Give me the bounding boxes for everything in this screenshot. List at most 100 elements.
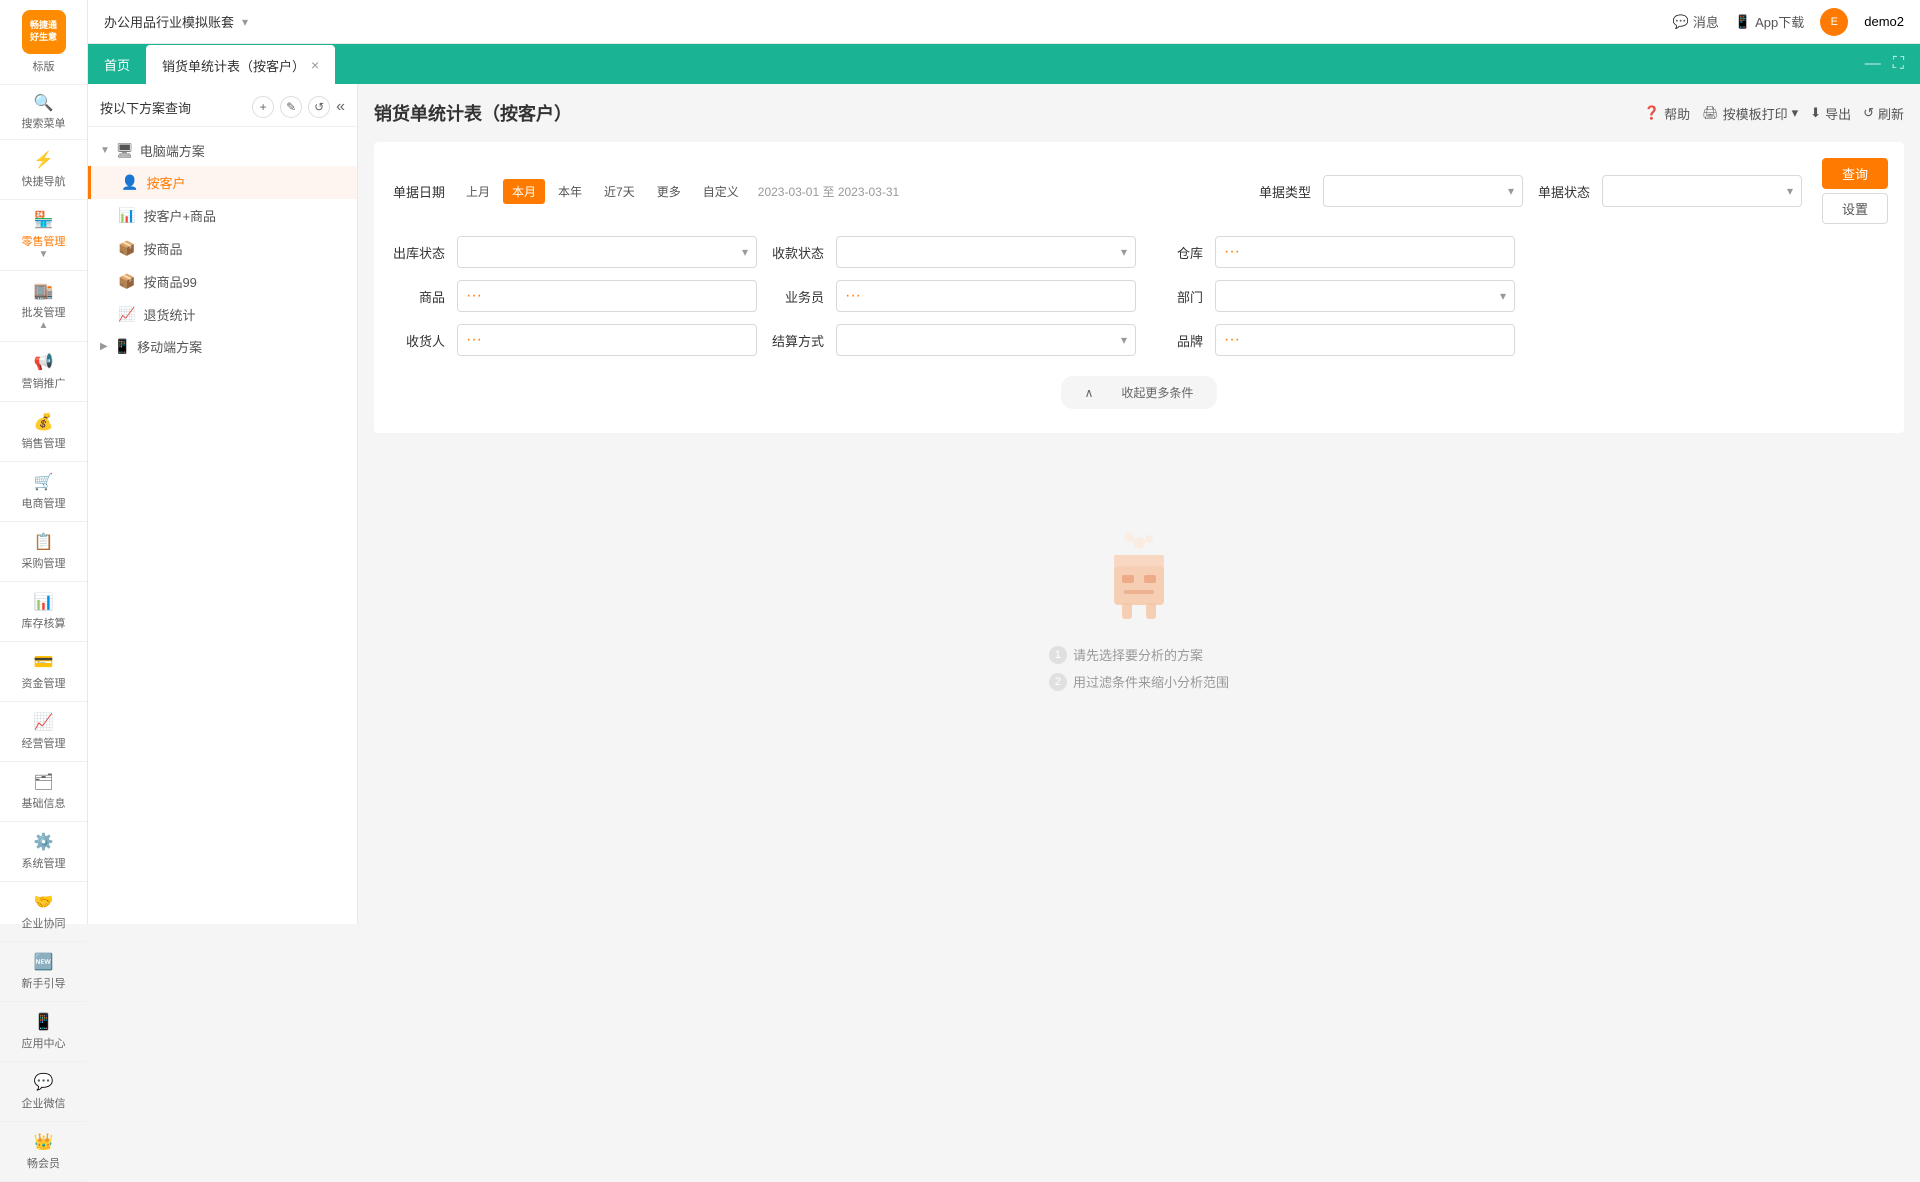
doc-type-select[interactable]: ▾ [1323, 175, 1523, 207]
shortcut-icon: ⚡ [34, 150, 54, 170]
mobile-group-header[interactable]: ▶ 📱 移动端方案 [88, 331, 357, 362]
tab-sales-stat[interactable]: 销货单统计表（按客户） × [146, 45, 335, 85]
sidebar-item-appcenter[interactable]: 📱 应用中心 [0, 1002, 87, 1062]
date-more-btn[interactable]: 更多 [648, 179, 690, 204]
receipt-status-select[interactable]: ▾ [836, 236, 1136, 268]
tree-item-by-customer-goods[interactable]: 📊 按客户+商品 [88, 199, 357, 232]
page-title: 销货单统计表（按客户） [374, 100, 572, 126]
sidebar-item-sales[interactable]: 💰 销售管理 [0, 402, 87, 462]
refresh-label: 刷新 [1878, 104, 1904, 123]
message-btn[interactable]: 💬 消息 [1673, 12, 1719, 31]
settlement-select[interactable]: ▾ [836, 324, 1136, 356]
tab-close-btn[interactable]: × [311, 57, 319, 73]
by-goods-99-label: 按商品99 [143, 272, 196, 291]
receiver-dots: ··· [466, 331, 482, 349]
print-btn[interactable]: 🖨 按模板打印 ▾ [1702, 104, 1798, 123]
topbar-right: 💬 消息 📱 App下载 E demo2 [1673, 8, 1904, 36]
settings-btn[interactable]: 设置 [1822, 193, 1888, 224]
warehouse-dots: ··· [1224, 243, 1240, 261]
export-btn[interactable]: ⬇ 导出 [1810, 104, 1851, 123]
help-btn[interactable]: ❓ 帮助 [1644, 104, 1690, 123]
basic-icon: 🗂 [33, 772, 53, 792]
date-this-month-btn[interactable]: 本月 [503, 179, 545, 204]
salesperson-input[interactable]: ··· [836, 280, 1136, 312]
tab-maximize-btn[interactable]: ⛶ [1893, 55, 1904, 73]
sales-label: 销售管理 [22, 435, 66, 451]
dept-select[interactable]: ▾ [1215, 280, 1515, 312]
refresh-scheme-btn[interactable]: ↺ [308, 96, 330, 118]
brand-label: 品牌 [1148, 331, 1203, 350]
enterprise-label: 企业协同 [22, 915, 66, 931]
collapse-label: ∧ 收起更多条件 [1061, 376, 1218, 409]
mobile-group-arrow-icon: ▶ [100, 341, 108, 352]
tip-text-1: 请先选择要分析的方案 [1073, 645, 1203, 664]
sidebar-item-finance[interactable]: 💳 资金管理 [0, 642, 87, 702]
brand-input[interactable]: ··· [1215, 324, 1515, 356]
app-download-label: App下载 [1755, 12, 1804, 31]
wholesale-arrow-icon: ▲ [39, 320, 49, 331]
desktop-group: ▼ 🖥 电脑端方案 👤 按客户 📊 按客户+商品 📦 按商品 [88, 135, 357, 331]
sidebar-item-inventory[interactable]: 📊 库存核算 [0, 582, 87, 642]
search-menu-btn[interactable]: 🔍 搜索菜单 [0, 85, 87, 140]
receiver-input[interactable]: ··· [457, 324, 757, 356]
purchase-icon: 📋 [34, 532, 54, 552]
collapse-panel-btn[interactable]: « [336, 98, 345, 116]
tab-expand-area: — ⛶ [1849, 55, 1920, 73]
sidebar-item-purchase[interactable]: 📋 采购管理 [0, 522, 87, 582]
sidebar-item-basic[interactable]: 🗂 基础信息 [0, 762, 87, 822]
warehouse-input[interactable]: ··· [1215, 236, 1515, 268]
add-scheme-btn[interactable]: + [252, 96, 274, 118]
mobile-group-icon: 📱 [114, 338, 131, 355]
sales-icon: 💰 [34, 412, 54, 432]
tab-minimize-btn[interactable]: — [1865, 55, 1881, 73]
retail-icon: 🏪 [34, 210, 54, 230]
sidebar-item-wholesale[interactable]: 🏬 批发管理 ▲ [0, 271, 87, 342]
left-panel-actions: + ✎ ↺ « [252, 96, 345, 118]
guide-label: 新手引导 [22, 975, 66, 991]
empty-state: 1 请先选择要分析的方案 2 用过滤条件来缩小分析范围 [374, 445, 1904, 771]
doc-status-select[interactable]: ▾ [1602, 175, 1802, 207]
topbar-dropdown-btn[interactable]: ▾ [242, 15, 248, 29]
user-name: demo2 [1864, 14, 1904, 29]
goods-input[interactable]: ··· [457, 280, 757, 312]
collapse-bar[interactable]: ∧ 收起更多条件 [390, 368, 1888, 417]
app-download-btn[interactable]: 📱 App下载 [1735, 12, 1804, 31]
sidebar-item-marketing[interactable]: 📢 营销推广 [0, 342, 87, 402]
desktop-group-header[interactable]: ▼ 🖥 电脑端方案 [88, 135, 357, 166]
topbar-title: 办公用品行业模拟账套 [104, 12, 234, 31]
sidebar-item-shortcut[interactable]: ⚡ 快捷导航 [0, 140, 87, 200]
sidebar-item-ecommerce[interactable]: 🛒 电商管理 [0, 462, 87, 522]
date-last-month-btn[interactable]: 上月 [457, 179, 499, 204]
tab-home[interactable]: 首页 [88, 44, 146, 84]
user-avatar[interactable]: E [1820, 8, 1848, 36]
left-panel-header: 按以下方案查询 + ✎ ↺ « [88, 84, 357, 127]
sidebar-item-system[interactable]: ⚙️ 系统管理 [0, 822, 87, 882]
edit-scheme-btn[interactable]: ✎ [280, 96, 302, 118]
sidebar-item-operation[interactable]: 📈 经营管理 [0, 702, 87, 762]
sidebar-item-guide[interactable]: 🆕 新手引导 [0, 942, 87, 1002]
empty-tips: 1 请先选择要分析的方案 2 用过滤条件来缩小分析范围 [1049, 645, 1229, 691]
scheme-tree: ▼ 🖥 电脑端方案 👤 按客户 📊 按客户+商品 📦 按商品 [88, 127, 357, 370]
sidebar-item-wechat[interactable]: 💬 企业微信 [0, 1062, 87, 1122]
empty-tip-2: 2 用过滤条件来缩小分析范围 [1049, 672, 1229, 691]
date-custom-btn[interactable]: 自定义 [694, 179, 748, 204]
query-btn[interactable]: 查询 [1822, 158, 1888, 189]
settlement-label: 结算方式 [769, 331, 824, 350]
refresh-btn[interactable]: ↺ 刷新 [1863, 104, 1904, 123]
tree-item-by-goods-99[interactable]: 📦 按商品99 [88, 265, 357, 298]
help-icon: ❓ [1644, 105, 1660, 121]
tree-item-by-customer[interactable]: 👤 按客户 [88, 166, 357, 199]
sidebar-item-retail[interactable]: 🏪 零售管理 ▼ [0, 200, 87, 271]
out-status-select[interactable]: ▾ [457, 236, 757, 268]
date-last-7-days-btn[interactable]: 近7天 [595, 179, 644, 204]
goods-dots: ··· [466, 287, 482, 305]
sidebar-item-enterprise[interactable]: 🤝 企业协同 [0, 882, 87, 942]
tree-item-return-stat[interactable]: 📈 退货统计 [88, 298, 357, 331]
goods-label: 商品 [390, 287, 445, 306]
sidebar-item-member[interactable]: 👑 畅会员 [0, 1122, 87, 1182]
message-icon: 💬 [1673, 14, 1689, 30]
date-this-year-btn[interactable]: 本年 [549, 179, 591, 204]
member-label: 畅会员 [27, 1155, 60, 1171]
collapse-arrow-icon: ∧ [1073, 382, 1106, 404]
tree-item-by-goods[interactable]: 📦 按商品 [88, 232, 357, 265]
